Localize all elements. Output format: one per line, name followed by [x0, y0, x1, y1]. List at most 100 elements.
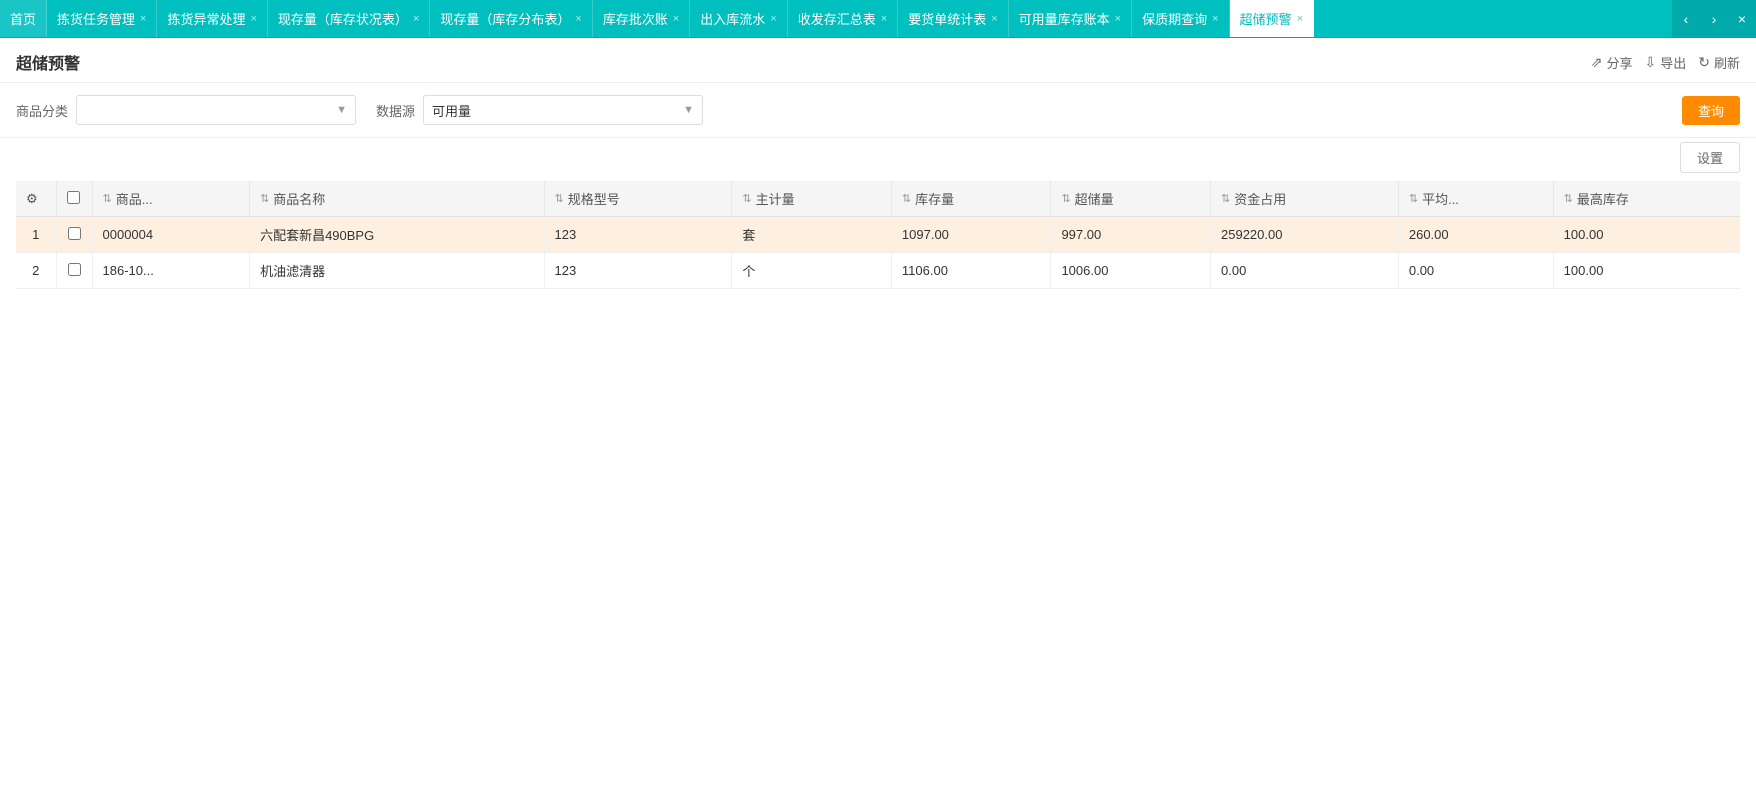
page-content: 超储预警 ⇗ 分享 ⇩ 导出 ↻ 刷新 商品分类 ▼ 数据源 — [0, 38, 1756, 800]
nav-tab-label-7: 收发存汇总表 — [798, 9, 876, 28]
datasource-label: 数据源 — [376, 101, 415, 120]
nav-tab-label-4: 现存量（库存分布表） — [440, 9, 570, 28]
datasource-filter-group: 数据源 可用量 ▼ — [376, 95, 703, 125]
cell-stock-0: 1097.00 — [891, 217, 1051, 253]
cell-product_name-1: 机油滤清器 — [250, 253, 544, 289]
sort-icon-unit: ⇅ — [742, 192, 751, 205]
settings-button[interactable]: 设置 — [1680, 142, 1740, 173]
nav-arrow-close[interactable]: × — [1728, 0, 1756, 38]
export-button[interactable]: ⇩ 导出 — [1645, 53, 1687, 72]
filter-area: 商品分类 ▼ 数据源 可用量 ▼ 查询 — [0, 83, 1756, 138]
nav-tab-10[interactable]: 保质期查询 × — [1132, 0, 1229, 38]
nav-tab-label-5: 库存批次账 — [603, 9, 668, 28]
gear-th[interactable]: ⚙ — [16, 181, 56, 217]
nav-tab-label-10: 保质期查询 — [1142, 9, 1207, 28]
cell-spec-0: 123 — [544, 217, 732, 253]
nav-tab-close-6[interactable]: × — [770, 13, 776, 25]
table-row: 10000004六配套新昌490BPG123套1097.00997.002592… — [16, 217, 1740, 253]
cell-capital-0: 259220.00 — [1211, 217, 1399, 253]
nav-arrow-left[interactable]: ‹ — [1672, 0, 1700, 38]
gear-icon: ⚙ — [26, 191, 38, 206]
table-header-row: ⚙ ⇅ 商品... ⇅ 商品名称 — [16, 181, 1740, 217]
th-spec[interactable]: ⇅ 规格型号 — [544, 181, 732, 217]
nav-tab-5[interactable]: 库存批次账 × — [593, 0, 690, 38]
nav-tab-close-5[interactable]: × — [673, 13, 679, 25]
nav-arrow-right[interactable]: › — [1700, 0, 1728, 38]
checkbox-th — [56, 181, 92, 217]
nav-tab-close-8[interactable]: × — [991, 13, 997, 25]
select-all-checkbox[interactable] — [67, 191, 80, 204]
nav-tab-close-9[interactable]: × — [1115, 13, 1121, 25]
nav-tab-close-1[interactable]: × — [140, 13, 146, 25]
nav-tab-label-3: 现存量（库存状况表） — [278, 9, 408, 28]
nav-tab-close-7[interactable]: × — [881, 13, 887, 25]
nav-tab-close-10[interactable]: × — [1212, 13, 1218, 25]
sort-icon-avg: ⇅ — [1409, 192, 1418, 205]
nav-tab-8[interactable]: 要货单统计表 × — [898, 0, 1008, 38]
th-capital[interactable]: ⇅ 资金占用 — [1211, 181, 1399, 217]
nav-tab-close-3[interactable]: × — [413, 13, 419, 25]
data-table: ⚙ ⇅ 商品... ⇅ 商品名称 — [16, 181, 1740, 289]
nav-tab-2[interactable]: 拣货异常处理 × — [157, 0, 267, 38]
cell-stock-1: 1106.00 — [891, 253, 1051, 289]
table-container: ⚙ ⇅ 商品... ⇅ 商品名称 — [0, 181, 1756, 289]
sort-icon-product-name: ⇅ — [260, 192, 269, 205]
nav-tab-close-2[interactable]: × — [250, 13, 256, 25]
nav-tab-7[interactable]: 收发存汇总表 × — [788, 0, 898, 38]
settings-row: 设置 — [0, 138, 1756, 181]
datasource-select[interactable]: 可用量 ▼ — [423, 95, 703, 125]
nav-tab-9[interactable]: 可用量库存账本 × — [1009, 0, 1132, 38]
th-stock[interactable]: ⇅ 库存量 — [891, 181, 1051, 217]
filter-actions: 查询 — [1682, 96, 1740, 125]
cell-avg-1: 0.00 — [1398, 253, 1553, 289]
nav-tab-label-2: 拣货异常处理 — [167, 9, 245, 28]
category-filter-group: 商品分类 ▼ — [16, 95, 356, 125]
nav-tab-0[interactable]: 首页 — [0, 0, 47, 38]
sort-icon-spec: ⇅ — [555, 192, 564, 205]
cell-unit-1: 个 — [732, 253, 892, 289]
sort-icon-product-code: ⇅ — [103, 192, 112, 205]
share-button[interactable]: ⇗ 分享 — [1591, 53, 1633, 72]
page-title: 超储预警 — [16, 50, 80, 74]
nav-tab-close-4[interactable]: × — [575, 13, 581, 25]
nav-tab-3[interactable]: 现存量（库存状况表） × — [268, 0, 430, 38]
cell-spec-1: 123 — [544, 253, 732, 289]
sort-icon-stock: ⇅ — [902, 192, 911, 205]
nav-arrows: ‹ › × — [1672, 0, 1756, 38]
row-checkbox-0[interactable] — [68, 227, 81, 240]
nav-tab-close-11[interactable]: × — [1297, 13, 1303, 25]
th-max-stock[interactable]: ⇅ 最高库存 — [1553, 181, 1740, 217]
category-label: 商品分类 — [16, 101, 68, 120]
cell-max_stock-0: 100.00 — [1553, 217, 1740, 253]
query-button[interactable]: 查询 — [1682, 96, 1740, 125]
row-checkbox-cell-0 — [56, 217, 92, 253]
th-unit[interactable]: ⇅ 主计量 — [732, 181, 892, 217]
nav-tab-6[interactable]: 出入库流水× — [690, 0, 787, 38]
category-select[interactable]: ▼ — [76, 95, 356, 125]
cell-product_name-0: 六配套新昌490BPG — [250, 217, 544, 253]
th-product-code[interactable]: ⇅ 商品... — [92, 181, 250, 217]
nav-tab-11[interactable]: 超储预警 × — [1230, 0, 1314, 38]
row-index-0: 1 — [16, 217, 56, 253]
cell-unit-0: 套 — [732, 217, 892, 253]
refresh-icon: ↻ — [1698, 54, 1710, 71]
cell-product_code-1: 186-10... — [92, 253, 250, 289]
th-overstock[interactable]: ⇅ 超储量 — [1051, 181, 1211, 217]
nav-tab-1[interactable]: 拣货任务管理 × — [47, 0, 157, 38]
nav-tab-label-8: 要货单统计表 — [908, 9, 986, 28]
nav-tab-4[interactable]: 现存量（库存分布表） × — [430, 0, 592, 38]
nav-tab-label-9: 可用量库存账本 — [1019, 9, 1110, 28]
refresh-button[interactable]: ↻ 刷新 — [1698, 53, 1740, 72]
cell-overstock-1: 1006.00 — [1051, 253, 1211, 289]
th-avg[interactable]: ⇅ 平均... — [1398, 181, 1553, 217]
sort-icon-max-stock: ⇅ — [1564, 192, 1573, 205]
datasource-select-value: 可用量 — [432, 101, 471, 120]
cell-overstock-0: 997.00 — [1051, 217, 1211, 253]
th-product-name[interactable]: ⇅ 商品名称 — [250, 181, 544, 217]
nav-tab-label-1: 拣货任务管理 — [57, 9, 135, 28]
sort-icon-capital: ⇅ — [1221, 192, 1230, 205]
category-chevron-icon: ▼ — [336, 104, 347, 116]
header-actions: ⇗ 分享 ⇩ 导出 ↻ 刷新 — [1591, 53, 1740, 72]
nav-tab-label-11: 超储预警 — [1240, 9, 1292, 28]
row-checkbox-1[interactable] — [68, 263, 81, 276]
